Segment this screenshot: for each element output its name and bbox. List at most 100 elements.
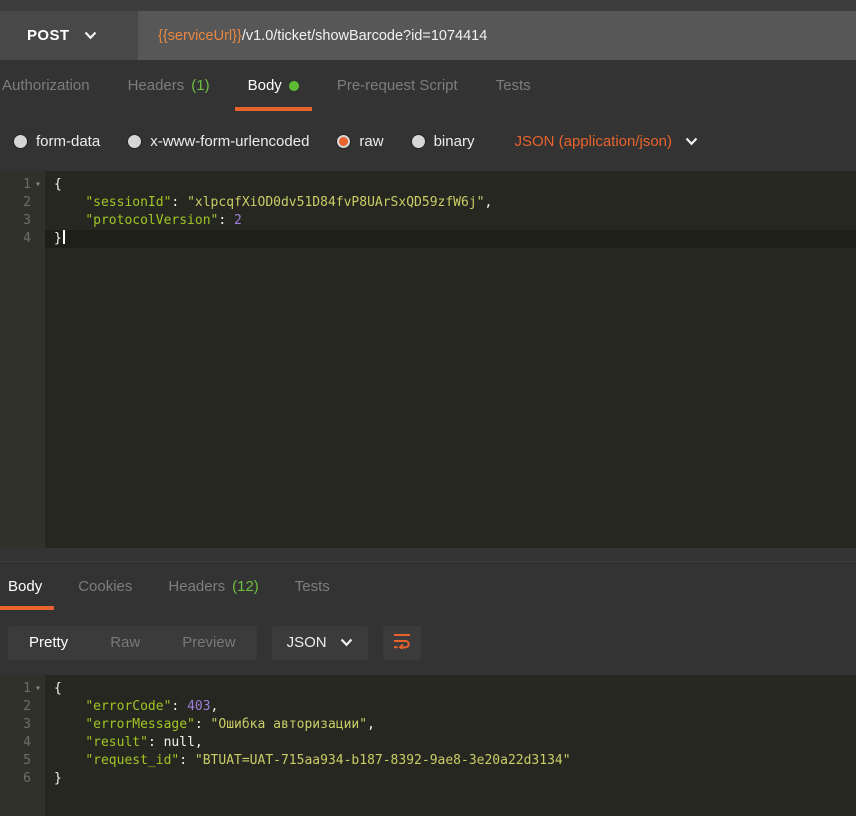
- token-punct: [54, 699, 85, 714]
- token-num: 2: [234, 213, 242, 228]
- fold-caret-icon[interactable]: ▾: [31, 176, 45, 194]
- response-body-editor[interactable]: 1 ▾ 2 3 4 5 6 { "errorCode": 403, "errorMessag…: [0, 675, 856, 816]
- response-editor-code[interactable]: { "errorCode": 403, "errorMessage": "Оши…: [45, 675, 856, 816]
- line-number-text: 4: [23, 231, 31, 246]
- response-view-toolbar: Pretty Raw Preview JSON: [0, 610, 856, 675]
- tab-tests[interactable]: Tests: [477, 60, 550, 111]
- line-number: 3: [0, 212, 45, 230]
- token-punct: :: [171, 699, 188, 714]
- content-type-dropdown[interactable]: JSON (application/json): [514, 133, 698, 150]
- line-number: 5: [0, 752, 45, 770]
- view-raw-button[interactable]: Raw: [89, 626, 161, 660]
- code-line[interactable]: "errorMessage": "Ошибка авторизации",: [45, 716, 856, 734]
- code-line[interactable]: }: [45, 230, 856, 248]
- http-method-dropdown[interactable]: POST: [0, 11, 138, 60]
- tab-headers[interactable]: Headers (1): [109, 60, 229, 111]
- view-preview-button[interactable]: Preview: [161, 626, 256, 660]
- token-punct: :: [218, 213, 235, 228]
- http-method-label: POST: [27, 27, 70, 44]
- token-kw: null: [163, 735, 195, 750]
- response-format-dropdown[interactable]: JSON: [271, 625, 368, 660]
- code-line[interactable]: "protocolVersion": 2: [45, 212, 856, 230]
- line-number: 2: [0, 698, 45, 716]
- token-punct: :: [194, 717, 211, 732]
- line-number-text: 3: [23, 213, 31, 228]
- response-editor-gutter: 1 ▾ 2 3 4 5 6: [0, 675, 45, 816]
- code-line[interactable]: "result": null,: [45, 734, 856, 752]
- token-str: "xlpcqfXiOD0dv51D84fvP8UArSxQD59zfW6j": [187, 195, 485, 210]
- code-line[interactable]: "errorCode": 403,: [45, 698, 856, 716]
- pane-splitter[interactable]: [0, 548, 856, 562]
- request-editor-code[interactable]: { "sessionId": "xlpcqfXiOD0dv51D84fvP8UA…: [45, 171, 856, 548]
- request-url-input[interactable]: {{serviceUrl}}/v1.0/ticket/showBarcode?i…: [138, 11, 856, 60]
- radio-label: form-data: [36, 132, 101, 150]
- radio-unselected-icon[interactable]: [14, 134, 27, 148]
- token-punct: [54, 195, 85, 210]
- line-number-text: 1: [23, 177, 31, 192]
- tab-label: Pre-request Script: [336, 77, 458, 94]
- radio-unselected-icon[interactable]: [128, 134, 142, 148]
- line-number: 1 ▾: [0, 176, 45, 194]
- radio-label: x-www-form-urlencoded: [150, 132, 310, 150]
- response-tab-tests[interactable]: Tests: [277, 562, 348, 610]
- postman-window: POST {{serviceUrl}}/v1.0/ticket/showBarc…: [0, 0, 856, 816]
- token-punct: }: [54, 771, 62, 786]
- request-tab-bar: Authorization Headers (1) Body Pre-reque…: [0, 60, 856, 111]
- token-num: 403: [187, 699, 211, 714]
- request-editor-gutter: 1 ▾ 2 3 4: [0, 171, 45, 548]
- tab-body[interactable]: Body: [229, 60, 318, 111]
- code-line[interactable]: {: [45, 680, 856, 698]
- token-punct: ,: [484, 195, 493, 210]
- url-variable: {{serviceUrl}}: [158, 27, 242, 44]
- tab-count-badge: (12): [232, 577, 259, 595]
- token-str: "Ошибка авторизации": [210, 717, 368, 732]
- token-punct: :: [171, 195, 188, 210]
- tab-label: Body: [8, 577, 43, 595]
- token-punct: ,: [367, 717, 375, 732]
- code-line[interactable]: }: [45, 770, 856, 788]
- token-key: "errorCode": [85, 699, 172, 714]
- line-number-text: 3: [23, 717, 31, 732]
- response-tab-headers[interactable]: Headers (12): [150, 562, 276, 610]
- body-type-raw[interactable]: raw: [337, 132, 384, 150]
- tab-label: Tests: [294, 577, 330, 595]
- code-line[interactable]: "sessionId": "xlpcqfXiOD0dv51D84fvP8UArS…: [45, 194, 856, 212]
- line-number: 4: [0, 230, 45, 248]
- token-punct: {: [54, 681, 62, 696]
- radio-selected-icon[interactable]: [337, 134, 351, 148]
- token-punct: ,: [210, 699, 219, 714]
- line-number: 2: [0, 194, 45, 212]
- body-type-urlencoded[interactable]: x-www-form-urlencoded: [128, 133, 309, 150]
- line-number-text: 5: [23, 753, 31, 768]
- response-tab-cookies[interactable]: Cookies: [60, 562, 150, 610]
- tab-pre-request-script[interactable]: Pre-request Script: [318, 60, 477, 111]
- response-tab-body[interactable]: Body: [0, 562, 60, 610]
- top-strip: [0, 0, 856, 11]
- radio-label: raw: [359, 132, 384, 150]
- content-type-label: JSON (application/json): [514, 132, 673, 150]
- tab-authorization[interactable]: Authorization: [0, 60, 109, 111]
- body-type-binary[interactable]: binary: [411, 133, 474, 150]
- token-punct: ,: [194, 735, 203, 750]
- view-pretty-button[interactable]: Pretty: [8, 626, 89, 660]
- line-number: 3: [0, 716, 45, 734]
- token-key: "protocolVersion": [85, 213, 219, 228]
- request-body-editor[interactable]: 1 ▾ 2 3 4 { "sessionId": "xlpcqfXiOD0dv51D84…: [0, 171, 856, 548]
- token-key: "request_id": [85, 753, 180, 768]
- code-line[interactable]: {: [45, 176, 856, 194]
- line-number-text: 4: [23, 735, 31, 750]
- line-number: 4: [0, 734, 45, 752]
- token-punct: [54, 717, 85, 732]
- body-filled-dot-icon: [288, 80, 299, 91]
- url-path: /v1.0/ticket/showBarcode?id=1074414: [241, 27, 488, 44]
- token-punct: }: [54, 231, 62, 246]
- response-tab-bar: Body Cookies Headers (12) Tests: [0, 562, 856, 610]
- wrap-text-button[interactable]: [382, 625, 421, 660]
- token-punct: [54, 753, 85, 768]
- body-type-form-data[interactable]: form-data: [14, 133, 100, 150]
- radio-unselected-icon[interactable]: [411, 134, 425, 148]
- token-punct: :: [179, 753, 195, 768]
- code-line[interactable]: "request_id": "BTUAT=UAT-715aa934-b187-8…: [45, 752, 856, 770]
- fold-caret-icon[interactable]: ▾: [31, 680, 45, 698]
- line-number-text: 1: [23, 681, 31, 696]
